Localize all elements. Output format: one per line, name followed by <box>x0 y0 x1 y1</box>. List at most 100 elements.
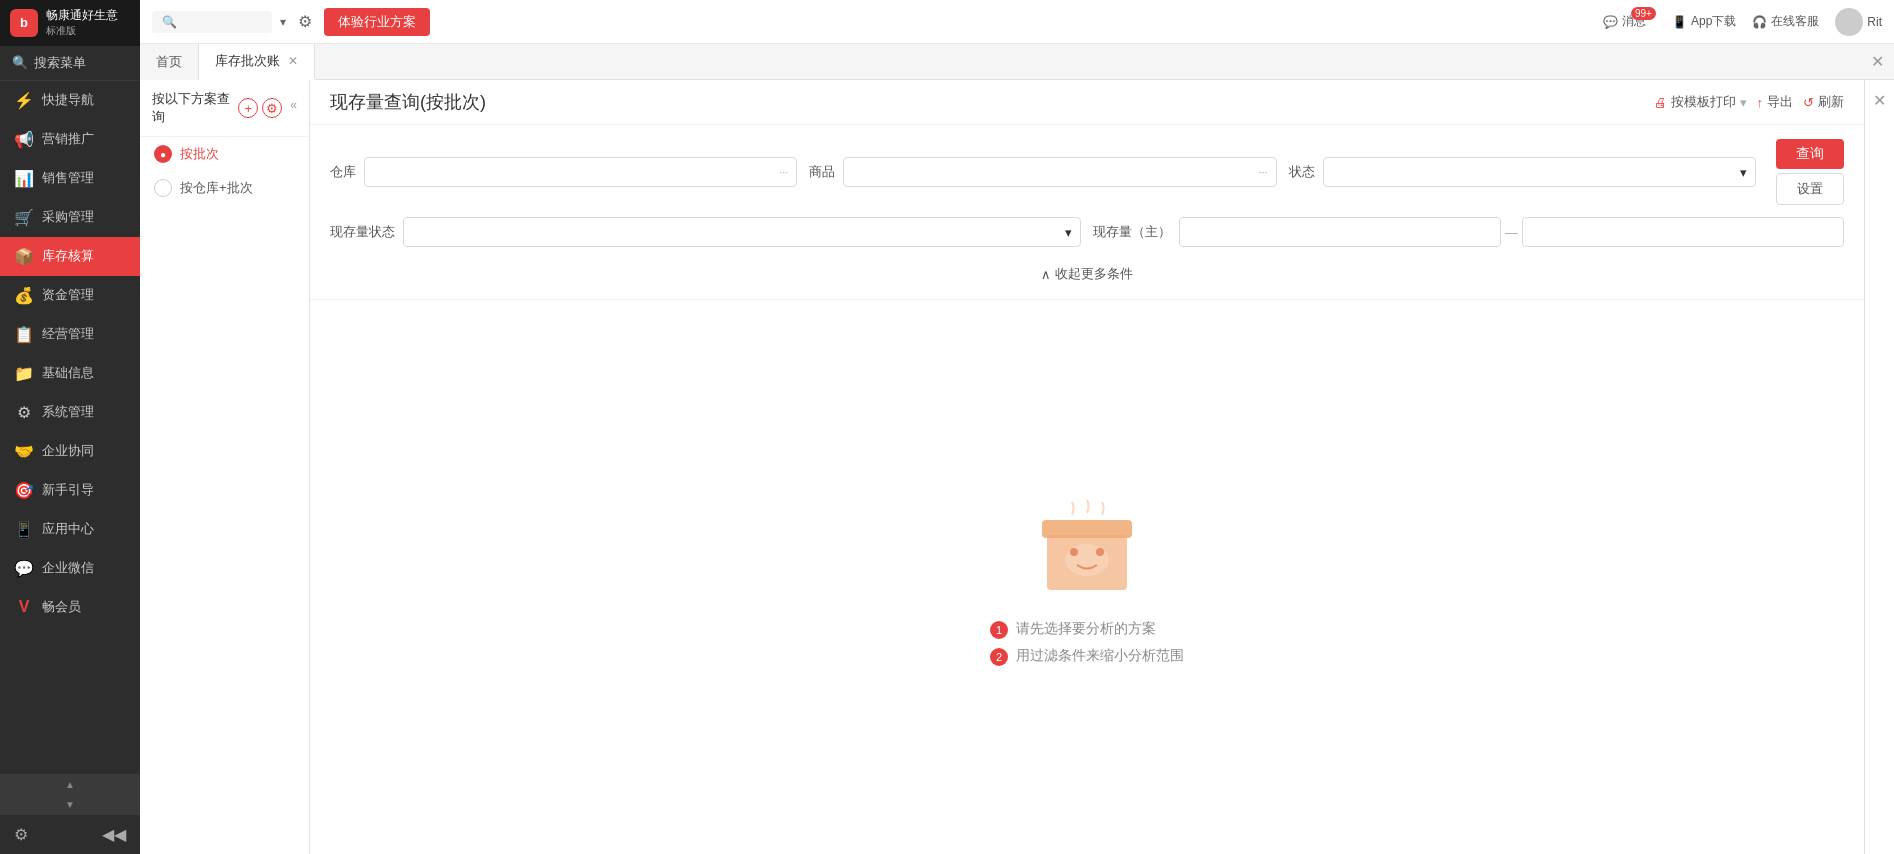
sidebar-item-label: 新手引导 <box>42 481 94 499</box>
settings-button[interactable]: 设置 <box>1776 173 1844 205</box>
filter-product: 商品 ··· <box>809 157 1276 187</box>
scheme-item-batch[interactable]: ● 按批次 <box>140 137 309 171</box>
scheme-header-actions: + ⚙ « <box>238 98 297 118</box>
tab-right-close[interactable]: ✕ <box>1861 52 1894 71</box>
settings-icon[interactable]: ⚙ <box>14 825 28 844</box>
query-area: 现存量查询(按批次) 🖨 按模板打印 ▾ ↑ 导出 ↺ 刷新 <box>310 80 1864 854</box>
tab-close-btn[interactable]: ✕ <box>288 54 298 68</box>
sidebar-item-label: 企业微信 <box>42 559 94 577</box>
sidebar-item-label: 系统管理 <box>42 403 94 421</box>
message-badge: 99+ <box>1631 7 1656 20</box>
scheme-gear-btn[interactable]: ⚙ <box>262 98 282 118</box>
page-close-icon[interactable]: ✕ <box>1871 52 1884 71</box>
sidebar-item-basic-info[interactable]: 📁 基础信息 <box>0 354 140 393</box>
scheme-item-warehouse-batch[interactable]: ○ 按仓库+批次 <box>140 171 309 205</box>
sidebar-scroll-up[interactable]: ▲ <box>0 774 140 794</box>
sidebar-search-menu[interactable]: 🔍 搜索菜单 <box>0 46 140 81</box>
sidebar-item-cooperation[interactable]: 🤝 企业协同 <box>0 432 140 471</box>
stock-qty-max[interactable] <box>1522 217 1844 247</box>
header-actions: 🖨 按模板打印 ▾ ↑ 导出 ↺ 刷新 <box>1654 93 1845 111</box>
sidebar-item-member[interactable]: V 畅会员 <box>0 588 140 626</box>
empty-state: 1 请先选择要分析的方案 2 用过滤条件来缩小分析范围 <box>310 300 1864 854</box>
sidebar-item-purchase[interactable]: 🛒 采购管理 <box>0 198 140 237</box>
warehouse-input[interactable]: ··· <box>364 157 797 187</box>
message-item[interactable]: 💬 消息 99+ <box>1603 13 1646 30</box>
topbar-gear-icon[interactable]: ⚙ <box>298 12 312 31</box>
tab-inventory-batch[interactable]: 库存批次账 ✕ <box>199 44 315 80</box>
collapse-more-btn[interactable]: ∧ 收起更多条件 <box>330 259 1844 289</box>
sidebar-scroll-down[interactable]: ▼ <box>0 794 140 814</box>
sidebar-item-quick-nav[interactable]: ⚡ 快捷导航 <box>0 81 140 120</box>
tab-home-label: 首页 <box>156 53 182 71</box>
sidebar-logo: b <box>10 9 38 37</box>
cooperation-icon: 🤝 <box>14 442 34 461</box>
warehouse-more-icon[interactable]: ··· <box>779 166 788 178</box>
collapse-sidebar-icon[interactable]: ◀◀ <box>102 825 126 844</box>
message-icon: 💬 <box>1603 15 1618 29</box>
user-name: Rit <box>1867 15 1882 29</box>
tab-home[interactable]: 首页 <box>140 44 199 80</box>
user-avatar-item[interactable]: Rit <box>1835 8 1882 36</box>
sidebar-item-system[interactable]: ⚙ 系统管理 <box>0 393 140 432</box>
app-center-icon: 📱 <box>14 520 34 539</box>
purchase-icon: 🛒 <box>14 208 34 227</box>
svg-point-3 <box>1070 548 1078 556</box>
stock-status-dropdown-icon: ▾ <box>1065 225 1072 240</box>
product-input[interactable]: ··· <box>843 157 1276 187</box>
sidebar-item-label: 库存核算 <box>42 247 94 265</box>
sales-icon: 📊 <box>14 169 34 188</box>
online-service-icon: 🎧 <box>1752 15 1767 29</box>
hint-num-1: 1 <box>990 621 1008 639</box>
print-dropdown-icon[interactable]: ▾ <box>1740 95 1747 110</box>
refresh-icon: ↺ <box>1803 95 1814 110</box>
query-button[interactable]: 查询 <box>1776 139 1844 169</box>
online-service-item[interactable]: 🎧 在线客服 <box>1752 13 1819 30</box>
industry-btn[interactable]: 体验行业方案 <box>324 8 430 36</box>
status-select[interactable]: ▾ <box>1323 157 1756 187</box>
sidebar-item-management[interactable]: 📋 经营管理 <box>0 315 140 354</box>
main-area: 🔍 ▾ ⚙ 体验行业方案 💬 消息 99+ 📱 App下载 🎧 在线客服 Rit <box>140 0 1894 854</box>
topbar-search-box[interactable]: 🔍 <box>152 11 272 33</box>
sidebar-item-finance[interactable]: 💰 资金管理 <box>0 276 140 315</box>
scheme-header-label: 按以下方案查询 <box>152 90 230 126</box>
svg-rect-1 <box>1042 520 1132 538</box>
management-icon: 📋 <box>14 325 34 344</box>
empty-illustration <box>1027 480 1147 600</box>
topbar-dropdown-btn[interactable]: ▾ <box>280 15 286 29</box>
collapse-icon: ∧ <box>1041 267 1051 282</box>
status-label: 状态 <box>1289 163 1315 181</box>
app-download-item[interactable]: 📱 App下载 <box>1672 13 1736 30</box>
stock-qty-label: 现存量（主） <box>1093 223 1171 241</box>
product-more-icon[interactable]: ··· <box>1258 166 1267 178</box>
newbie-icon: 🎯 <box>14 481 34 500</box>
sidebar-search-label: 搜索菜单 <box>34 54 86 72</box>
sidebar-item-label: 企业协同 <box>42 442 94 460</box>
stock-status-select[interactable]: ▾ <box>403 217 1081 247</box>
empty-hint-2: 2 用过滤条件来缩小分析范围 <box>990 647 1184 666</box>
export-btn[interactable]: ↑ 导出 <box>1757 93 1794 111</box>
content-area: 按以下方案查询 + ⚙ « ● 按批次 ○ 按仓库+批次 现存量查询(按批次) <box>140 80 1894 854</box>
topbar: 🔍 ▾ ⚙ 体验行业方案 💬 消息 99+ 📱 App下载 🎧 在线客服 Rit <box>140 0 1894 44</box>
sidebar-item-app-center[interactable]: 📱 应用中心 <box>0 510 140 549</box>
export-btn-label: 导出 <box>1767 93 1793 111</box>
filter-row-1: 仓库 ··· 商品 ··· 状态 <box>330 139 1844 205</box>
filter-status: 状态 ▾ <box>1289 157 1756 187</box>
collapse-text: 收起更多条件 <box>1055 265 1133 283</box>
sidebar-item-marketing[interactable]: 📢 营销推广 <box>0 120 140 159</box>
scheme-item-label: 按仓库+批次 <box>180 179 253 197</box>
sidebar-item-inventory[interactable]: 📦 库存核算 <box>0 237 140 276</box>
sidebar-item-newbie[interactable]: 🎯 新手引导 <box>0 471 140 510</box>
refresh-btn[interactable]: ↺ 刷新 <box>1803 93 1844 111</box>
scheme-collapse-btn[interactable]: « <box>290 98 297 118</box>
sidebar-item-wechat[interactable]: 💬 企业微信 <box>0 549 140 588</box>
print-btn[interactable]: 🖨 按模板打印 ▾ <box>1654 93 1747 111</box>
scheme-add-btn[interactable]: + <box>238 98 258 118</box>
right-panel-close-btn[interactable]: ✕ <box>1868 88 1892 112</box>
sidebar-item-sales[interactable]: 📊 销售管理 <box>0 159 140 198</box>
print-btn-label: 按模板打印 <box>1671 93 1736 111</box>
sidebar-item-label: 应用中心 <box>42 520 94 538</box>
sidebar-item-label: 基础信息 <box>42 364 94 382</box>
quick-nav-icon: ⚡ <box>14 91 34 110</box>
print-icon: 🖨 <box>1654 95 1667 110</box>
stock-qty-min[interactable] <box>1179 217 1501 247</box>
